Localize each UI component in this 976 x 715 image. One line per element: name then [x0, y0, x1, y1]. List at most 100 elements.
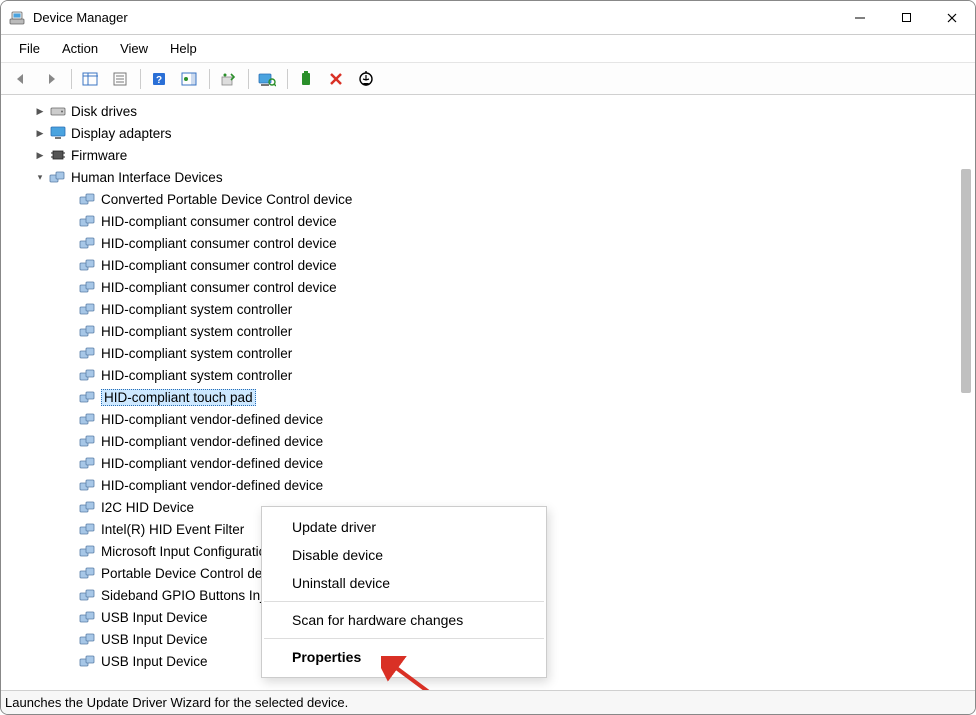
expander-icon[interactable]: ▶ — [33, 104, 47, 118]
device-item[interactable]: HID-compliant consumer control device — [5, 276, 959, 298]
device-item[interactable]: HID-compliant vendor-defined device — [5, 430, 959, 452]
category-display-adapters[interactable]: ▶ Display adapters — [5, 122, 959, 144]
show-hide-console-tree-button[interactable] — [76, 66, 104, 92]
enable-device-button[interactable] — [292, 66, 320, 92]
close-button[interactable] — [929, 1, 975, 35]
tree-label: HID-compliant touch pad — [101, 389, 256, 406]
tree-pane: ▶ Disk drives ▶ Display adapters ▶ Firmw… — [1, 95, 975, 690]
tree-label: HID-compliant consumer control device — [101, 280, 337, 295]
hid-device-icon — [79, 279, 97, 295]
hid-device-icon — [79, 565, 97, 581]
category-hid[interactable]: ▾ Human Interface Devices — [5, 166, 959, 188]
hid-device-icon — [79, 609, 97, 625]
uninstall-device-button[interactable] — [322, 66, 350, 92]
disable-device-button[interactable] — [352, 66, 380, 92]
tree-label: Display adapters — [71, 126, 172, 141]
category-firmware[interactable]: ▶ Firmware — [5, 144, 959, 166]
window-title: Device Manager — [33, 10, 128, 25]
category-disk-drives[interactable]: ▶ Disk drives — [5, 100, 959, 122]
ctx-properties[interactable]: Properties — [262, 643, 546, 671]
device-item[interactable]: HID-compliant vendor-defined device — [5, 408, 959, 430]
nav-back-button[interactable] — [7, 66, 35, 92]
svg-text:?: ? — [156, 75, 162, 86]
scan-hardware-button[interactable] — [253, 66, 281, 92]
hid-device-icon — [79, 499, 97, 515]
menubar: File Action View Help — [1, 35, 975, 63]
tree-label: HID-compliant consumer control device — [101, 236, 337, 251]
update-driver-button[interactable] — [214, 66, 242, 92]
hid-device-icon — [79, 323, 97, 339]
toolbar-sep — [140, 69, 141, 89]
maximize-button[interactable] — [883, 1, 929, 35]
hid-device-icon — [79, 543, 97, 559]
tree-label: HID-compliant vendor-defined device — [101, 412, 323, 427]
device-item[interactable]: HID-compliant system controller — [5, 298, 959, 320]
tree-label: HID-compliant consumer control device — [101, 214, 337, 229]
expander-icon[interactable]: ▾ — [33, 170, 47, 184]
status-text: Launches the Update Driver Wizard for th… — [5, 695, 348, 710]
toolbar-sep — [71, 69, 72, 89]
toolbar-sep — [248, 69, 249, 89]
toolbar-sep — [287, 69, 288, 89]
device-item[interactable]: HID-compliant vendor-defined device — [5, 452, 959, 474]
expander-icon[interactable]: ▶ — [33, 148, 47, 162]
hid-device-icon — [79, 411, 97, 427]
hid-device-icon — [79, 367, 97, 383]
device-item[interactable]: HID-compliant system controller — [5, 342, 959, 364]
tree-label: Portable Device Control device — [101, 566, 286, 581]
tree-label: HID-compliant vendor-defined device — [101, 434, 323, 449]
tree-label: Human Interface Devices — [71, 170, 223, 185]
tree-label: HID-compliant consumer control device — [101, 258, 337, 273]
ctx-scan-hardware[interactable]: Scan for hardware changes — [262, 606, 546, 634]
properties-button[interactable] — [106, 66, 134, 92]
menu-action[interactable]: Action — [52, 37, 108, 60]
hid-icon — [49, 169, 67, 185]
tree-label: Firmware — [71, 148, 127, 163]
toolbar-sep — [209, 69, 210, 89]
device-item[interactable]: HID-compliant consumer control device — [5, 210, 959, 232]
hid-device-icon — [79, 653, 97, 669]
hid-device-icon — [79, 389, 97, 405]
app-icon — [9, 10, 25, 26]
tree-label: USB Input Device — [101, 610, 208, 625]
statusbar: Launches the Update Driver Wizard for th… — [1, 690, 975, 714]
menu-file[interactable]: File — [9, 37, 50, 60]
titlebar: Device Manager — [1, 1, 975, 35]
device-item[interactable]: Converted Portable Device Control device — [5, 188, 959, 210]
tree-label: HID-compliant system controller — [101, 324, 292, 339]
help-button[interactable]: ? — [145, 66, 173, 92]
scrollbar-thumb[interactable] — [961, 169, 971, 393]
hid-device-icon — [79, 455, 97, 471]
menu-help[interactable]: Help — [160, 37, 207, 60]
tree-label: HID-compliant system controller — [101, 346, 292, 361]
hid-device-icon — [79, 477, 97, 493]
hid-device-icon — [79, 301, 97, 317]
ctx-separator — [264, 638, 544, 639]
action-pane-button[interactable] — [175, 66, 203, 92]
tree-label: USB Input Device — [101, 632, 208, 647]
hid-device-icon — [79, 433, 97, 449]
device-item[interactable]: HID-compliant touch pad — [5, 386, 959, 408]
device-manager-window: Device Manager File Action View Help — [0, 0, 976, 715]
hid-device-icon — [79, 587, 97, 603]
device-item[interactable]: HID-compliant consumer control device — [5, 254, 959, 276]
vertical-scrollbar[interactable] — [959, 98, 973, 688]
nav-forward-button[interactable] — [37, 66, 65, 92]
hid-device-icon — [79, 257, 97, 273]
menu-view[interactable]: View — [110, 37, 158, 60]
device-item[interactable]: HID-compliant vendor-defined device — [5, 474, 959, 496]
expander-icon[interactable]: ▶ — [33, 126, 47, 140]
device-item[interactable]: HID-compliant system controller — [5, 364, 959, 386]
firmware-icon — [49, 147, 67, 163]
device-item[interactable]: HID-compliant system controller — [5, 320, 959, 342]
ctx-uninstall-device[interactable]: Uninstall device — [262, 569, 546, 597]
tree-label: HID-compliant vendor-defined device — [101, 478, 323, 493]
tree-label: I2C HID Device — [101, 500, 194, 515]
minimize-button[interactable] — [837, 1, 883, 35]
ctx-update-driver[interactable]: Update driver — [262, 513, 546, 541]
ctx-separator — [264, 601, 544, 602]
tree-label: Intel(R) HID Event Filter — [101, 522, 244, 537]
tree-label: USB Input Device — [101, 654, 208, 669]
ctx-disable-device[interactable]: Disable device — [262, 541, 546, 569]
device-item[interactable]: HID-compliant consumer control device — [5, 232, 959, 254]
